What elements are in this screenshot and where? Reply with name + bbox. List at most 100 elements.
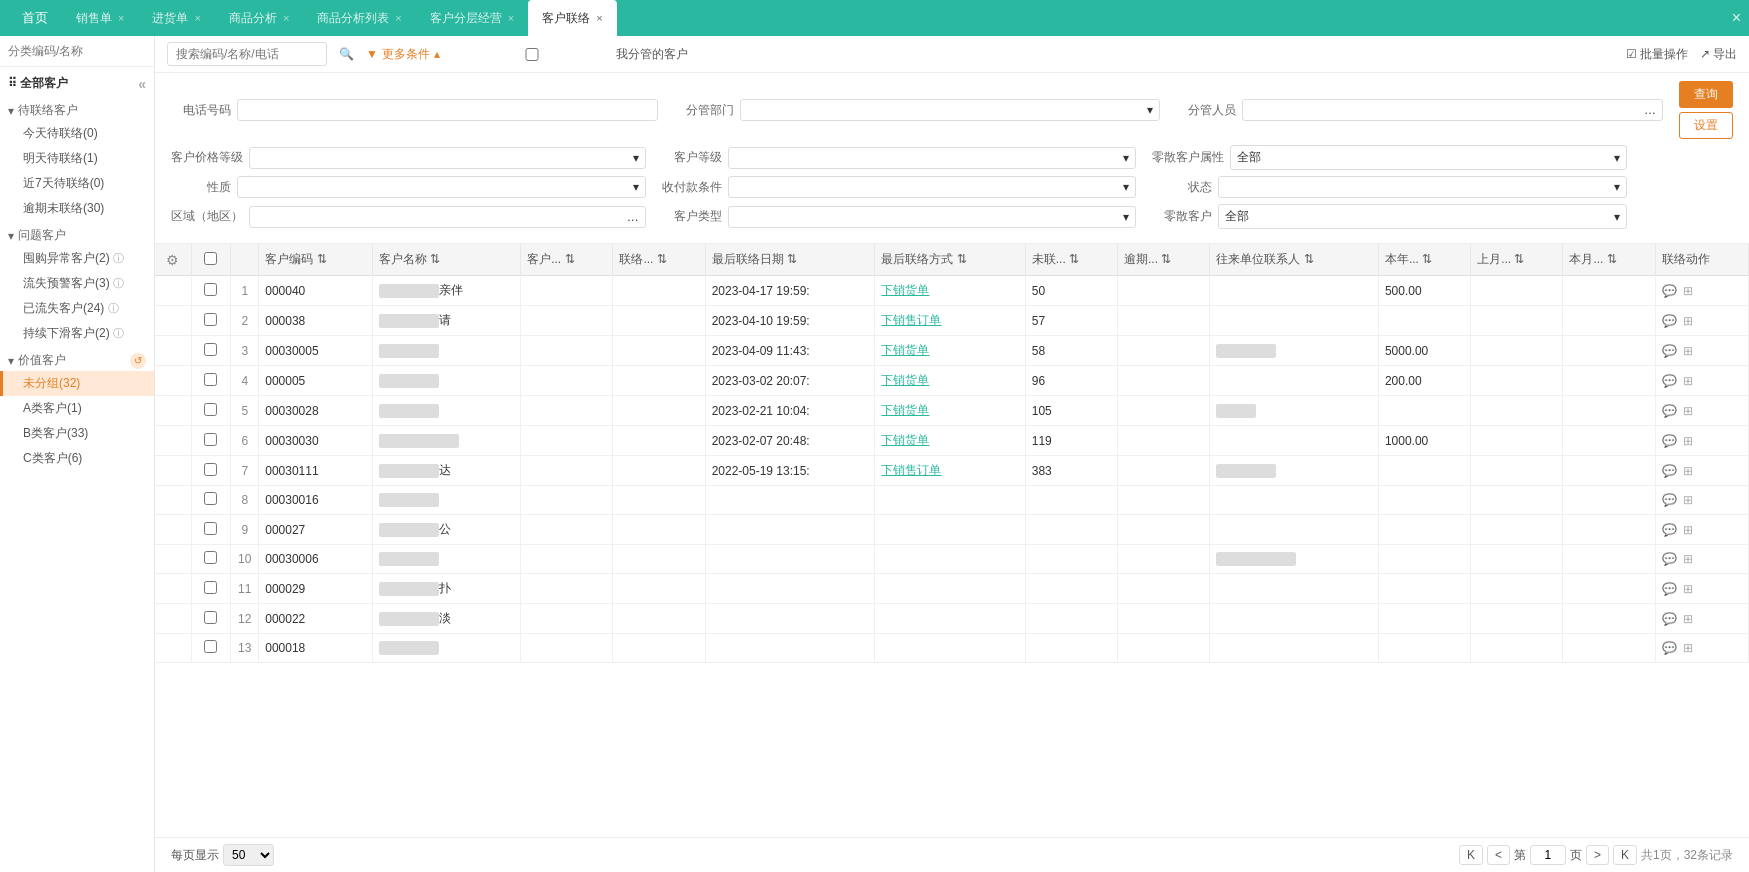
filter-retail-customer-select[interactable]: 全部 ▾ [1218, 204, 1627, 229]
tab-purchase[interactable]: 进货单 × [138, 0, 214, 36]
last-method-link[interactable]: 下销货单 [881, 373, 929, 387]
sidebar-item-classC[interactable]: C类客户(6) [0, 446, 154, 471]
tab-bar-close-all[interactable]: × [1732, 9, 1741, 27]
filter-phone-input[interactable] [237, 99, 658, 121]
grid-icon[interactable]: ⊞ [1683, 493, 1693, 507]
search-icon[interactable]: 🔍 [339, 47, 354, 61]
th-last-month[interactable]: 上月... ⇅ [1471, 244, 1563, 276]
row5-checkbox[interactable] [204, 403, 217, 416]
more-conditions-btn[interactable]: ▼ 更多条件 ▴ [366, 46, 440, 63]
page-size-select[interactable]: 50 100 200 [223, 844, 274, 866]
row11-checkbox[interactable] [204, 581, 217, 594]
row13-checkbox[interactable] [204, 640, 217, 653]
select-all-checkbox[interactable] [204, 252, 217, 265]
filter-customer-type-select[interactable]: ▾ [728, 206, 1137, 228]
tab-sales[interactable]: 销售单 × [62, 0, 138, 36]
th-not-contacted[interactable]: 未联... ⇅ [1025, 244, 1117, 276]
th-this-year[interactable]: 本年... ⇅ [1378, 244, 1470, 276]
chat-icon[interactable]: 💬 [1662, 314, 1677, 328]
filter-customer-level-select[interactable]: ▾ [728, 147, 1137, 169]
sidebar-item-classB[interactable]: B类客户(33) [0, 421, 154, 446]
chat-icon[interactable]: 💬 [1662, 552, 1677, 566]
last-method-link[interactable]: 下销售订单 [881, 463, 941, 477]
row12-checkbox[interactable] [204, 611, 217, 624]
sidebar-group-pending[interactable]: ▾ 待联络客户 [0, 96, 154, 121]
sidebar-item-churn-warn[interactable]: 流失预警客户(3) ⓘ [0, 271, 154, 296]
row9-checkbox[interactable] [204, 522, 217, 535]
page-input[interactable] [1530, 845, 1566, 865]
sidebar-item-hoarding[interactable]: 囤购异常客户(2) ⓘ [0, 246, 154, 271]
filter-manager-select[interactable]: … [1242, 99, 1663, 121]
sidebar-item-classA[interactable]: A类客户(1) [0, 396, 154, 421]
grid-icon[interactable]: ⊞ [1683, 344, 1693, 358]
chat-icon[interactable]: 💬 [1662, 523, 1677, 537]
row7-checkbox[interactable] [204, 463, 217, 476]
filter-payment-select[interactable]: ▾ [728, 176, 1137, 198]
td-last-method[interactable]: 下销售订单 [875, 306, 1025, 336]
filter-retail-attr-select[interactable]: 全部 ▾ [1230, 145, 1627, 170]
first-page-btn[interactable]: K [1459, 845, 1483, 865]
tab-analysis-list[interactable]: 商品分析列表 × [303, 0, 415, 36]
sidebar-item-overdue[interactable]: 逾期未联络(30) [0, 196, 154, 221]
grid-icon[interactable]: ⊞ [1683, 582, 1693, 596]
td-last-method[interactable]: 下销货单 [875, 426, 1025, 456]
chat-icon[interactable]: 💬 [1662, 493, 1677, 507]
chat-icon[interactable]: 💬 [1662, 612, 1677, 626]
grid-icon[interactable]: ⊞ [1683, 464, 1693, 478]
th-last-method[interactable]: 最后联络方式 ⇅ [875, 244, 1025, 276]
prev-page-btn[interactable]: < [1487, 845, 1510, 865]
th-settings[interactable]: ⚙ [155, 244, 191, 276]
last-page-btn[interactable]: K [1613, 845, 1637, 865]
grid-icon[interactable]: ⊞ [1683, 374, 1693, 388]
grid-icon[interactable]: ⊞ [1683, 612, 1693, 626]
chat-icon[interactable]: 💬 [1662, 344, 1677, 358]
sidebar-all-customers[interactable]: ⠿ 全部客户 « [0, 67, 154, 96]
grid-icon[interactable]: ⊞ [1683, 314, 1693, 328]
th-overdue[interactable]: 逾期... ⇅ [1118, 244, 1210, 276]
tab-home[interactable]: 首页 [8, 0, 62, 36]
last-method-link[interactable]: 下销售订单 [881, 313, 941, 327]
row3-checkbox[interactable] [204, 343, 217, 356]
sidebar-item-ungroup[interactable]: 未分组(32) [0, 371, 154, 396]
th-contact[interactable]: 联络... ⇅ [613, 244, 705, 276]
row4-checkbox[interactable] [204, 373, 217, 386]
grid-icon[interactable]: ⊞ [1683, 641, 1693, 655]
sidebar-collapse-icon[interactable]: « [138, 76, 146, 92]
td-last-method[interactable]: 下销售订单 [875, 456, 1025, 486]
filter-dept-select[interactable]: ▾ [740, 99, 1161, 121]
row1-checkbox[interactable] [204, 283, 217, 296]
filter-status-select[interactable]: ▾ [1218, 176, 1627, 198]
tab-analysis[interactable]: 商品分析 × [215, 0, 303, 36]
td-last-method[interactable]: 下销货单 [875, 336, 1025, 366]
export-btn[interactable]: ↗ 导出 [1700, 46, 1737, 63]
reset-btn[interactable]: 设置 [1679, 112, 1733, 139]
grid-icon[interactable]: ⊞ [1683, 284, 1693, 298]
sidebar-item-churned[interactable]: 已流失客户(24) ⓘ [0, 296, 154, 321]
td-last-method[interactable]: 下销货单 [875, 276, 1025, 306]
sidebar-search-input[interactable] [8, 44, 155, 58]
th-cat[interactable]: 客户... ⇅ [521, 244, 613, 276]
last-method-link[interactable]: 下销货单 [881, 433, 929, 447]
tab-analysis-close[interactable]: × [283, 12, 289, 24]
th-code[interactable]: 客户编码 ⇅ [259, 244, 373, 276]
th-unit-contacts[interactable]: 往来单位联系人 ⇅ [1210, 244, 1379, 276]
sidebar-group-value[interactable]: ▾ 价值客户 ↺ [0, 346, 154, 371]
tab-customer-contact-close[interactable]: × [596, 12, 602, 24]
grid-icon[interactable]: ⊞ [1683, 552, 1693, 566]
tab-customer-contact[interactable]: 客户联络 × [528, 0, 616, 36]
row10-checkbox[interactable] [204, 551, 217, 564]
chat-icon[interactable]: 💬 [1662, 404, 1677, 418]
search-input[interactable] [167, 42, 327, 66]
settings-icon[interactable]: ⚙ [166, 252, 179, 268]
row2-checkbox[interactable] [204, 313, 217, 326]
query-btn[interactable]: 查询 [1679, 81, 1733, 108]
filter-region-select[interactable]: … [249, 206, 646, 228]
grid-icon[interactable]: ⊞ [1683, 404, 1693, 418]
td-last-method[interactable]: 下销货单 [875, 396, 1025, 426]
chat-icon[interactable]: 💬 [1662, 374, 1677, 388]
my-customers-checkbox[interactable] [452, 48, 612, 61]
grid-icon[interactable]: ⊞ [1683, 523, 1693, 537]
batch-op-btn[interactable]: ☑ 批量操作 [1626, 46, 1688, 63]
filter-gender-select[interactable]: ▾ [237, 176, 646, 198]
filter-price-level-select[interactable]: ▾ [249, 147, 646, 169]
